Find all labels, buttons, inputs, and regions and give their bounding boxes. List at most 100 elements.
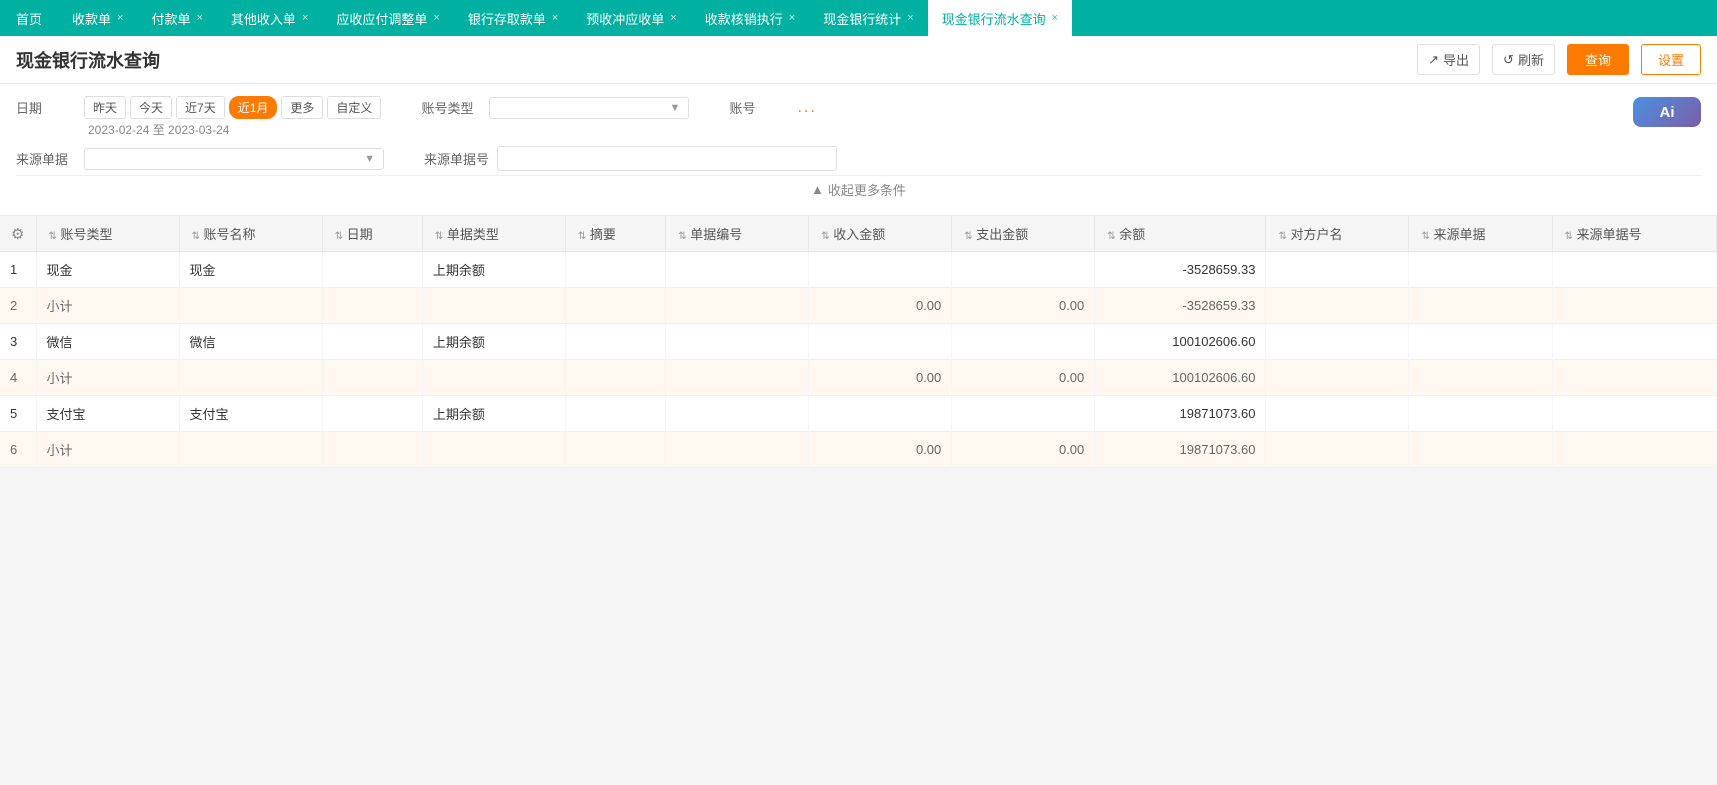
row-doc-type	[422, 360, 565, 396]
date-btn-7days[interactable]: 近7天	[176, 96, 225, 119]
row-doc-no	[666, 324, 809, 360]
row-summary	[565, 252, 665, 288]
row-source-doc	[1409, 432, 1552, 468]
settings-button[interactable]: 设置	[1641, 44, 1701, 75]
row-source-doc-no	[1552, 288, 1716, 324]
col-doc-type[interactable]: ⇅ 单据类型	[422, 216, 565, 252]
row-doc-no	[666, 360, 809, 396]
row-source-doc	[1409, 396, 1552, 432]
table-row: 4小计0.000.00100102606.60	[0, 360, 1717, 396]
col-source-doc-no[interactable]: ⇅ 来源单据号	[1552, 216, 1716, 252]
export-button[interactable]: ↗ 导出	[1417, 44, 1480, 75]
col-account-name[interactable]: ⇅ 账号名称	[179, 216, 322, 252]
close-icon[interactable]: ×	[670, 12, 676, 24]
date-buttons: 昨天 今天 近7天 近1月 更多 自定义	[84, 96, 381, 119]
sort-icon: ⇅	[192, 231, 200, 242]
row-doc-no	[666, 432, 809, 468]
nav-tab-receipts[interactable]: 收款单 ×	[58, 0, 137, 36]
date-btn-more[interactable]: 更多	[281, 96, 323, 119]
nav-tab-other-income[interactable]: 其他收入单 ×	[217, 0, 322, 36]
row-doc-type: 上期余额	[422, 396, 565, 432]
row-source-doc	[1409, 360, 1552, 396]
nav-tab-cash-stats[interactable]: 现金银行统计 ×	[809, 0, 927, 36]
sort-icon: ⇅	[435, 231, 443, 242]
close-icon[interactable]: ×	[552, 12, 558, 24]
close-icon[interactable]: ×	[196, 12, 202, 24]
account-dots-button[interactable]: ...	[797, 99, 816, 117]
col-summary[interactable]: ⇅ 摘要	[565, 216, 665, 252]
source-doc-label: 来源单据	[16, 149, 76, 168]
data-table: ⚙ ⇅ 账号类型 ⇅ 账号名称 ⇅ 日期 ⇅ 单据类型	[0, 216, 1717, 468]
table-row: 3微信微信上期余额100102606.60	[0, 324, 1717, 360]
sort-icon: ⇅	[1421, 231, 1429, 242]
refresh-button[interactable]: ↺ 刷新	[1492, 44, 1555, 75]
col-income[interactable]: ⇅ 收入金额	[809, 216, 952, 252]
row-doc-no	[666, 288, 809, 324]
row-source-doc-no	[1552, 360, 1716, 396]
row-balance: -3528659.33	[1095, 288, 1266, 324]
col-account-type[interactable]: ⇅ 账号类型	[36, 216, 179, 252]
top-navigation: 首页 收款单 × 付款单 × 其他收入单 × 应收应付调整单 × 银行存取款单 …	[0, 0, 1717, 36]
date-label: 日期	[16, 98, 76, 117]
row-account-name: 微信	[179, 324, 322, 360]
row-doc-no	[666, 252, 809, 288]
sort-icon: ⇅	[821, 231, 829, 242]
nav-tab-adjustments[interactable]: 应收应付调整单 ×	[322, 0, 453, 36]
row-expense	[952, 324, 1095, 360]
nav-tab-advance[interactable]: 预收冲应收单 ×	[572, 0, 690, 36]
date-btn-today[interactable]: 今天	[130, 96, 172, 119]
date-btn-1month[interactable]: 近1月	[229, 96, 278, 119]
sort-icon: ⇅	[1565, 231, 1573, 242]
nav-tab-writeoff[interactable]: 收款核销执行 ×	[691, 0, 809, 36]
ai-assistant-badge[interactable]: Ai	[1633, 97, 1701, 127]
col-settings[interactable]: ⚙	[0, 216, 36, 252]
export-icon: ↗	[1428, 52, 1439, 68]
collapse-filter-button[interactable]: ▲ 收起更多条件	[16, 175, 1701, 203]
col-source-doc[interactable]: ⇅ 来源单据	[1409, 216, 1552, 252]
date-btn-yesterday[interactable]: 昨天	[84, 96, 126, 119]
close-icon[interactable]: ×	[907, 12, 913, 24]
table-row: 5支付宝支付宝上期余额19871073.60	[0, 396, 1717, 432]
col-expense[interactable]: ⇅ 支出金额	[952, 216, 1095, 252]
col-doc-no[interactable]: ⇅ 单据编号	[666, 216, 809, 252]
row-account-name	[179, 288, 322, 324]
col-balance[interactable]: ⇅ 余额	[1095, 216, 1266, 252]
sort-icon: ⇅	[1107, 231, 1115, 242]
date-btn-custom[interactable]: 自定义	[327, 96, 381, 119]
row-expense	[952, 396, 1095, 432]
chevron-down-icon: ▼	[364, 153, 375, 165]
gear-icon[interactable]: ⚙	[11, 226, 24, 243]
nav-tab-bank-deposit[interactable]: 银行存取款单 ×	[454, 0, 572, 36]
source-doc-select[interactable]: ▼	[84, 148, 384, 170]
row-account-type: 小计	[36, 432, 179, 468]
close-icon[interactable]: ×	[302, 12, 308, 24]
row-date	[322, 360, 422, 396]
row-balance: 19871073.60	[1095, 396, 1266, 432]
row-expense	[952, 252, 1095, 288]
account-type-select[interactable]: ▼	[489, 97, 689, 119]
page-header: 现金银行流水查询 ↗ 导出 ↺ 刷新 查询 设置	[0, 36, 1717, 84]
col-counter-name[interactable]: ⇅ 对方户名	[1266, 216, 1409, 252]
close-icon[interactable]: ×	[433, 12, 439, 24]
row-summary	[565, 324, 665, 360]
nav-home[interactable]: 首页	[0, 0, 58, 36]
row-account-type: 支付宝	[36, 396, 179, 432]
query-button[interactable]: 查询	[1567, 44, 1629, 75]
close-icon[interactable]: ×	[789, 12, 795, 24]
nav-tab-payments[interactable]: 付款单 ×	[137, 0, 216, 36]
filter-row-top: 日期 昨天 今天 近7天 近1月 更多 自定义 账号类型 ▼ 账号 ...	[16, 96, 1701, 119]
row-summary	[565, 288, 665, 324]
table-row: 1现金现金上期余额-3528659.33	[0, 252, 1717, 288]
row-source-doc-no	[1552, 324, 1716, 360]
row-doc-no	[666, 396, 809, 432]
col-date[interactable]: ⇅ 日期	[322, 216, 422, 252]
source-doc-no-input[interactable]	[497, 146, 837, 171]
row-balance: -3528659.33	[1095, 252, 1266, 288]
close-icon[interactable]: ×	[1052, 12, 1058, 24]
row-expense: 0.00	[952, 360, 1095, 396]
close-icon[interactable]: ×	[117, 12, 123, 24]
nav-tab-cashflow[interactable]: 现金银行流水查询 ×	[928, 0, 1072, 36]
row-account-type: 小计	[36, 288, 179, 324]
table-row: 2小计0.000.00-3528659.33	[0, 288, 1717, 324]
row-account-type: 微信	[36, 324, 179, 360]
